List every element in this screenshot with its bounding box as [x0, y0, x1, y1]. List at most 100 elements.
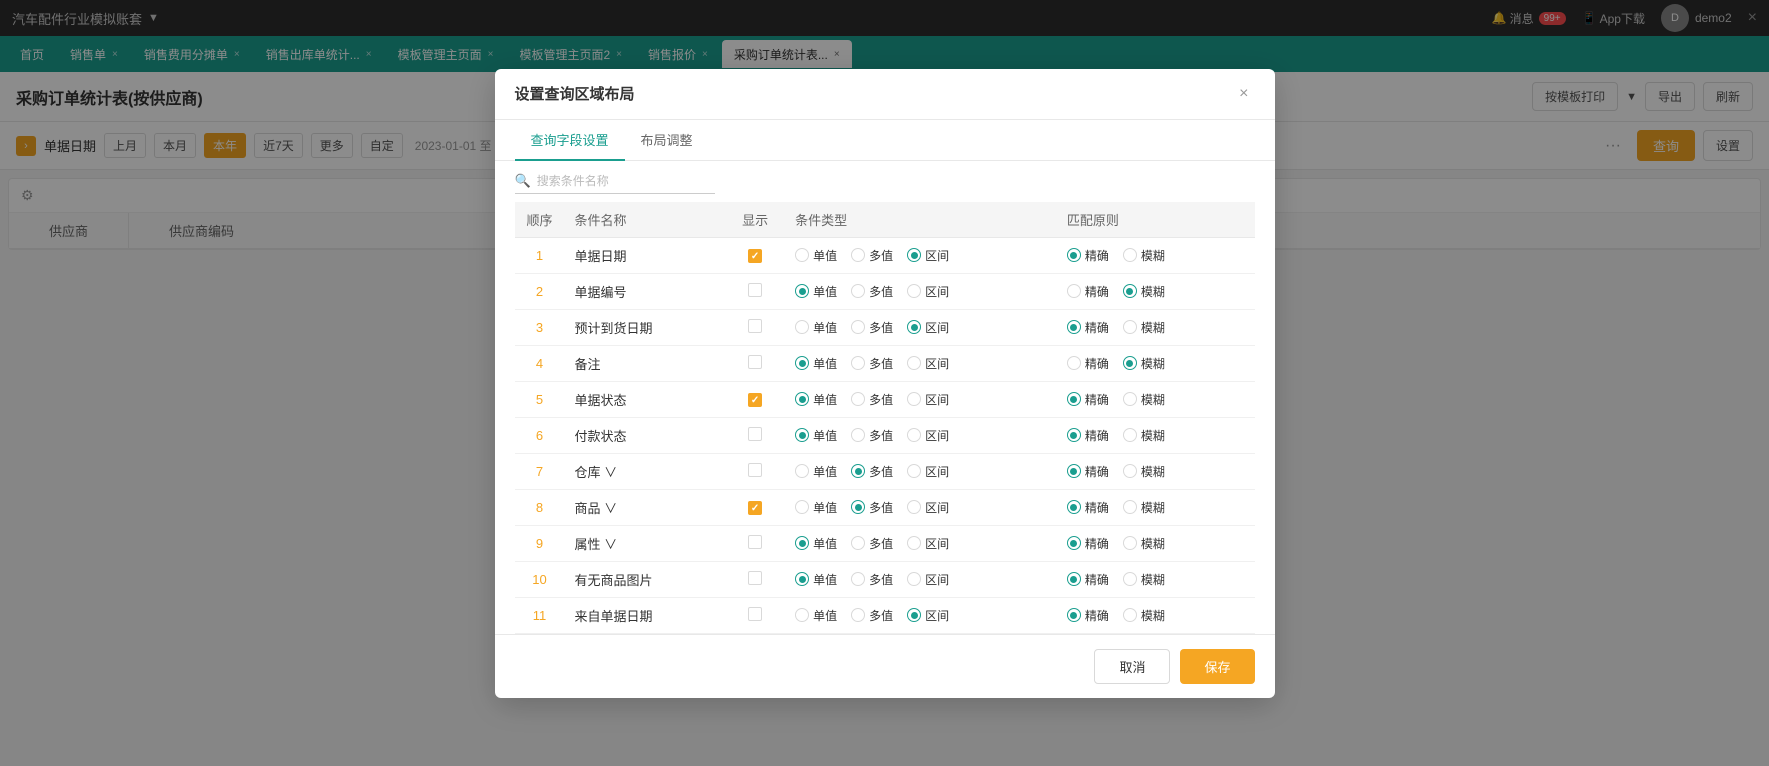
type-radio-item[interactable]: 单值 — [795, 319, 837, 336]
radio-dot — [1067, 536, 1081, 550]
show-checkbox[interactable] — [748, 427, 762, 441]
row-show-cell — [725, 417, 785, 453]
radio-dot — [1123, 464, 1137, 478]
type-radio-item[interactable]: 多值 — [851, 535, 893, 552]
match-radio-item[interactable]: 模糊 — [1123, 463, 1165, 480]
type-radio-item[interactable]: 多值 — [851, 463, 893, 480]
match-radio-item[interactable]: 模糊 — [1123, 283, 1165, 300]
match-radio-item[interactable]: 模糊 — [1123, 427, 1165, 444]
type-radio-item[interactable]: 单值 — [795, 499, 837, 516]
row-order: 3 — [515, 309, 565, 345]
match-radio-item[interactable]: 模糊 — [1123, 355, 1165, 372]
match-radio-item[interactable]: 模糊 — [1123, 391, 1165, 408]
radio-dot — [1067, 500, 1081, 514]
modal-footer: 取消 保存 — [495, 634, 1275, 698]
row-match-cell: 精确模糊 — [1057, 453, 1255, 489]
type-radio-item[interactable]: 区间 — [907, 571, 949, 588]
type-radio-item[interactable]: 区间 — [907, 355, 949, 372]
show-checkbox[interactable] — [748, 319, 762, 333]
match-radio-group: 精确模糊 — [1067, 247, 1245, 264]
match-radio-item[interactable]: 精确 — [1067, 283, 1109, 300]
match-radio-item[interactable]: 精确 — [1067, 571, 1109, 588]
match-radio-item[interactable]: 精确 — [1067, 463, 1109, 480]
type-radio-item[interactable]: 区间 — [907, 535, 949, 552]
type-radio-item[interactable]: 单值 — [795, 355, 837, 372]
type-radio-item[interactable]: 多值 — [851, 571, 893, 588]
match-radio-item[interactable]: 精确 — [1067, 535, 1109, 552]
match-radio-item[interactable]: 模糊 — [1123, 535, 1165, 552]
type-radio-item[interactable]: 区间 — [907, 319, 949, 336]
match-radio-item[interactable]: 精确 — [1067, 427, 1109, 444]
modal-overlay: 设置查询区域布局 × 查询字段设置 布局调整 🔍 顺序 条件名称 显示 — [0, 0, 1769, 766]
match-radio-item[interactable]: 精确 — [1067, 247, 1109, 264]
match-radio-group: 精确模糊 — [1067, 427, 1245, 444]
type-radio-item[interactable]: 单值 — [795, 283, 837, 300]
match-radio-item[interactable]: 模糊 — [1123, 607, 1165, 624]
type-radio-item[interactable]: 区间 — [907, 463, 949, 480]
row-match-cell: 精确模糊 — [1057, 417, 1255, 453]
radio-dot — [851, 248, 865, 262]
conditions-table: 顺序 条件名称 显示 条件类型 匹配原则 1单据日期单值多值区间精确模糊2单据编… — [515, 202, 1255, 634]
type-radio-item[interactable]: 区间 — [907, 499, 949, 516]
match-radio-group: 精确模糊 — [1067, 319, 1245, 336]
search-input[interactable] — [537, 174, 715, 188]
type-radio-item[interactable]: 单值 — [795, 247, 837, 264]
radio-dot — [795, 428, 809, 442]
show-checkbox[interactable] — [748, 249, 762, 263]
cancel-button[interactable]: 取消 — [1094, 649, 1170, 684]
match-radio-item[interactable]: 模糊 — [1123, 499, 1165, 516]
show-checkbox[interactable] — [748, 283, 762, 297]
radio-dot — [907, 428, 921, 442]
match-radio-item[interactable]: 精确 — [1067, 607, 1109, 624]
match-radio-item[interactable]: 精确 — [1067, 499, 1109, 516]
type-radio-group: 单值多值区间 — [795, 391, 1047, 408]
type-radio-item[interactable]: 单值 — [795, 607, 837, 624]
match-radio-item[interactable]: 精确 — [1067, 355, 1109, 372]
tab-layout-adjust[interactable]: 布局调整 — [625, 120, 709, 161]
match-radio-item[interactable]: 精确 — [1067, 391, 1109, 408]
type-radio-item[interactable]: 区间 — [907, 427, 949, 444]
show-checkbox[interactable] — [748, 393, 762, 407]
match-radio-item[interactable]: 模糊 — [1123, 571, 1165, 588]
tab-field-settings[interactable]: 查询字段设置 — [515, 120, 625, 161]
type-radio-item[interactable]: 单值 — [795, 391, 837, 408]
show-checkbox[interactable] — [748, 535, 762, 549]
type-radio-item[interactable]: 多值 — [851, 391, 893, 408]
show-checkbox[interactable] — [748, 501, 762, 515]
match-radio-item[interactable]: 精确 — [1067, 319, 1109, 336]
type-radio-item[interactable]: 单值 — [795, 535, 837, 552]
show-checkbox[interactable] — [748, 607, 762, 621]
row-show-cell — [725, 309, 785, 345]
modal-search-area: 🔍 — [495, 161, 1275, 202]
modal-tab-bar: 查询字段设置 布局调整 — [495, 120, 1275, 161]
show-checkbox[interactable] — [748, 355, 762, 369]
row-type-cell: 单值多值区间 — [785, 381, 1057, 417]
show-checkbox[interactable] — [748, 463, 762, 477]
type-radio-item[interactable]: 多值 — [851, 427, 893, 444]
radio-dot — [795, 284, 809, 298]
radio-dot — [1123, 248, 1137, 262]
save-button[interactable]: 保存 — [1180, 649, 1254, 684]
radio-dot — [907, 536, 921, 550]
type-radio-item[interactable]: 多值 — [851, 499, 893, 516]
type-radio-item[interactable]: 多值 — [851, 355, 893, 372]
match-radio-group: 精确模糊 — [1067, 391, 1245, 408]
table-row: 9属性 ∨单值多值区间精确模糊 — [515, 525, 1255, 561]
type-radio-item[interactable]: 区间 — [907, 391, 949, 408]
type-radio-item[interactable]: 多值 — [851, 283, 893, 300]
type-radio-item[interactable]: 单值 — [795, 427, 837, 444]
match-radio-item[interactable]: 模糊 — [1123, 247, 1165, 264]
match-radio-item[interactable]: 模糊 — [1123, 319, 1165, 336]
type-radio-item[interactable]: 单值 — [795, 463, 837, 480]
type-radio-item[interactable]: 多值 — [851, 607, 893, 624]
type-radio-item[interactable]: 区间 — [907, 607, 949, 624]
type-radio-item[interactable]: 单值 — [795, 571, 837, 588]
type-radio-item[interactable]: 区间 — [907, 283, 949, 300]
row-type-cell: 单值多值区间 — [785, 561, 1057, 597]
type-radio-item[interactable]: 多值 — [851, 247, 893, 264]
modal-close-button[interactable]: × — [1233, 83, 1254, 105]
show-checkbox[interactable] — [748, 571, 762, 585]
type-radio-item[interactable]: 多值 — [851, 319, 893, 336]
type-radio-item[interactable]: 区间 — [907, 247, 949, 264]
row-show-cell — [725, 381, 785, 417]
